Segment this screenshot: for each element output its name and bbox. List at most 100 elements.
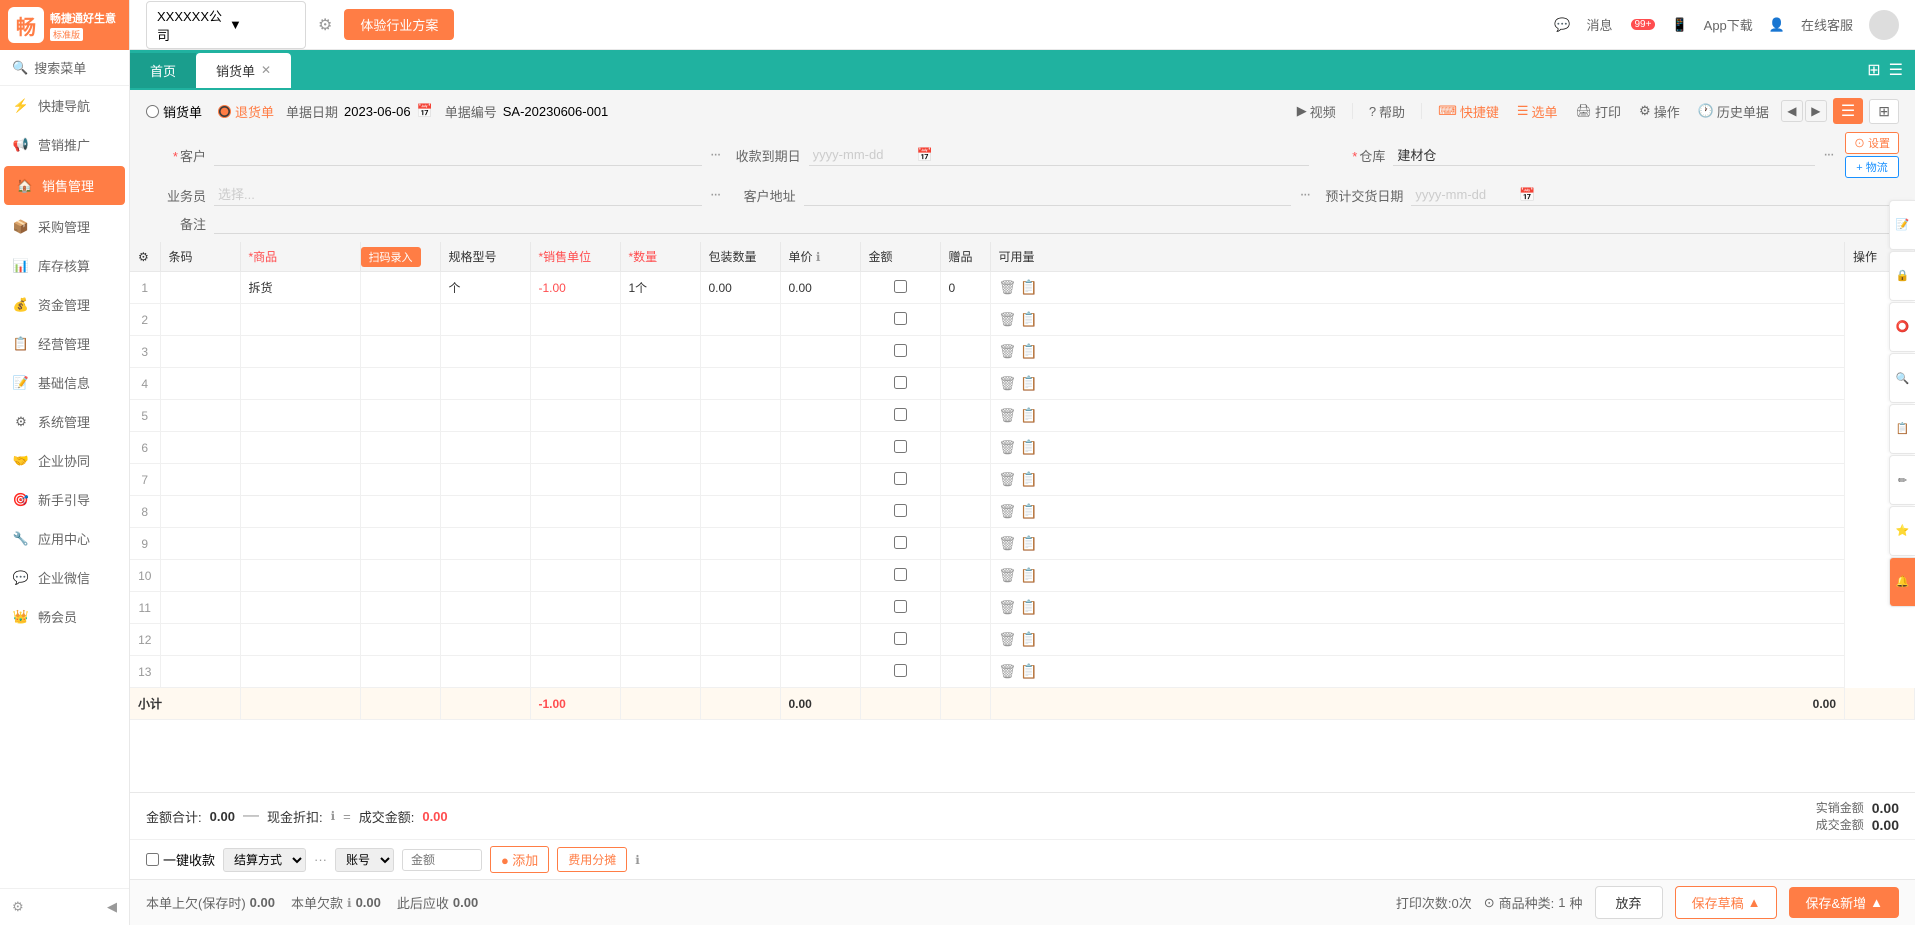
copy-icon[interactable]: 📋 [1020,343,1037,360]
delete-icon[interactable]: 🗑 [999,503,1017,520]
expense-info-icon[interactable]: ℹ [635,853,640,867]
copy-icon[interactable]: 📋 [1020,567,1037,584]
account-select[interactable]: 账号 [335,848,394,872]
tab-expand-icon[interactable]: ⊞ [1867,60,1880,80]
collapse-icon[interactable]: ◀ [107,899,117,915]
copy-icon[interactable]: 📋 [1020,311,1037,328]
row-barcode[interactable] [160,272,240,304]
one-click-pay-checkbox[interactable]: 一键收款 [146,850,215,869]
history-btn[interactable]: 🕐 历史单据 [1692,100,1775,123]
page-next-btn[interactable]: ▶ [1805,100,1827,122]
sidebar-item-corp-wechat[interactable]: 💬 企业微信 [0,558,129,597]
right-btn-8[interactable]: 🔔 [1889,557,1915,607]
select-btn[interactable]: ☰ 选单 [1511,100,1564,123]
delete-icon[interactable]: 🗑 [999,375,1017,392]
delete-icon[interactable]: 🗑 [999,407,1017,424]
print-btn[interactable]: 🖨 打印 [1570,100,1628,123]
delete-icon[interactable]: 🗑 [999,311,1017,328]
salesperson-more-icon[interactable]: ··· [710,186,720,204]
chevron-up-icon[interactable]: ▲ [1748,895,1761,910]
sidebar-item-finance[interactable]: 💰 资金管理 [0,285,129,324]
delete-icon[interactable]: 🗑 [999,599,1017,616]
row-unit[interactable]: 个 [440,272,530,304]
logistics-btn[interactable]: + 物流 [1845,156,1899,178]
expected-date-input-wrap[interactable]: 📅 [1411,185,1899,206]
salesperson-input-wrap[interactable] [214,184,702,206]
delete-icon[interactable]: 🗑 [999,279,1017,296]
expected-date-input[interactable] [1415,187,1515,202]
delete-icon[interactable]: 🗑 [999,343,1017,360]
row-qty[interactable]: -1.00 [530,272,620,304]
salesperson-input[interactable] [214,184,702,205]
delete-icon[interactable]: 🗑 [999,663,1017,680]
delete-icon[interactable]: 🗑 [999,631,1017,648]
warehouse-input-wrap[interactable] [1393,144,1815,166]
delete-icon[interactable]: 🗑 [999,567,1017,584]
notes-input-wrap[interactable] [214,212,1899,234]
avatar[interactable] [1869,10,1899,40]
copy-icon[interactable]: 📋 [1020,375,1037,392]
right-btn-3[interactable]: ⭕ [1889,302,1915,352]
radio-return[interactable]: 退货单 [218,102,274,121]
row-amount[interactable]: 0.00 [780,272,860,304]
sidebar-item-purchase-mgmt[interactable]: 📦 采购管理 [0,207,129,246]
sidebar-item-member[interactable]: 👑 畅会员 [0,597,129,636]
copy-icon[interactable]: 📋 [1020,279,1037,296]
customer-input[interactable] [214,144,702,165]
radio-sale[interactable]: 销货单 [146,102,202,121]
abandon-btn[interactable]: 放弃 [1595,886,1663,919]
expense-btn[interactable]: 费用分摊 [557,847,627,872]
copy-icon[interactable]: 📋 [1020,631,1037,648]
warehouse-input[interactable] [1393,144,1815,165]
video-btn[interactable]: ▶ 视频 [1291,100,1342,123]
expected-date-calendar-icon[interactable]: 📅 [1519,187,1535,203]
customer-more-icon[interactable]: ··· [710,146,720,164]
sidebar-item-sys-mgmt[interactable]: ⚙ 系统管理 [0,402,129,441]
notes-input[interactable] [214,212,1899,233]
row-unit-price[interactable]: 0.00 [700,272,780,304]
right-btn-2[interactable]: 🔒 [1889,251,1915,301]
delete-icon[interactable]: 🗑 [999,439,1017,456]
table-scroll[interactable]: ⚙ 条码 *商品 扫码录入 规格型号 *销售单位 *数量 包装数量 单价 ℹ 金… [130,242,1915,792]
copy-icon[interactable]: 📋 [1020,407,1037,424]
due-date-input[interactable] [813,147,913,162]
right-btn-6[interactable]: ✏ [1889,455,1915,505]
sidebar-item-inventory[interactable]: 📊 库存核算 [0,246,129,285]
scan-btn[interactable]: 扫码录入 [361,247,421,267]
due-date-input-wrap[interactable]: 📅 [809,145,1310,166]
copy-icon[interactable]: 📋 [1020,663,1037,680]
copy-icon[interactable]: 📋 [1020,535,1037,552]
right-btn-1[interactable]: 📝 [1889,200,1915,250]
settings-icon[interactable]: ⚙ [12,899,24,915]
customer-input-wrap[interactable] [214,144,702,166]
info-icon2[interactable]: ℹ [347,896,352,910]
copy-icon[interactable]: 📋 [1020,599,1037,616]
search-menu[interactable]: 🔍 搜索菜单 [0,50,129,86]
row-spec[interactable] [360,272,440,304]
sidebar-item-app-center[interactable]: 🔧 应用中心 [0,519,129,558]
col-settings[interactable]: ⚙ [130,242,160,272]
tab-close-icon[interactable]: ✕ [261,63,271,77]
online-service-btn[interactable]: 👤 在线客服 [1769,15,1853,34]
customer-addr-input[interactable] [804,184,1292,205]
right-btn-5[interactable]: 📋 [1889,404,1915,454]
payment-method-select[interactable]: 结算方式 [223,848,306,872]
ops-btn[interactable]: ⚙ 操作 [1633,100,1686,123]
chevron-up-icon2[interactable]: ▲ [1870,895,1883,910]
sidebar-item-basic-info[interactable]: 📝 基础信息 [0,363,129,402]
row-product[interactable]: 拆货 [240,272,360,304]
sidebar-item-marketing[interactable]: 📢 营销推广 [0,125,129,164]
tab-home[interactable]: 首页 [130,53,196,88]
add-payment-btn[interactable]: ● 添加 [490,846,549,873]
info-icon[interactable]: ℹ [331,809,336,823]
copy-icon[interactable]: 📋 [1020,471,1037,488]
tab-list-icon[interactable]: ☰ [1889,60,1903,80]
page-prev-btn[interactable]: ◀ [1781,100,1803,122]
amount-input[interactable] [402,849,482,871]
sidebar-item-enterprise[interactable]: 🤝 企业协同 [0,441,129,480]
save-draft-btn[interactable]: 保存草稿 ▲ [1675,886,1778,919]
tab-sales-order[interactable]: 销货单 ✕ [196,53,291,88]
list-view-btn[interactable]: ☰ [1833,98,1863,124]
copy-icon[interactable]: 📋 [1020,503,1037,520]
right-btn-7[interactable]: ⭐ [1889,506,1915,556]
